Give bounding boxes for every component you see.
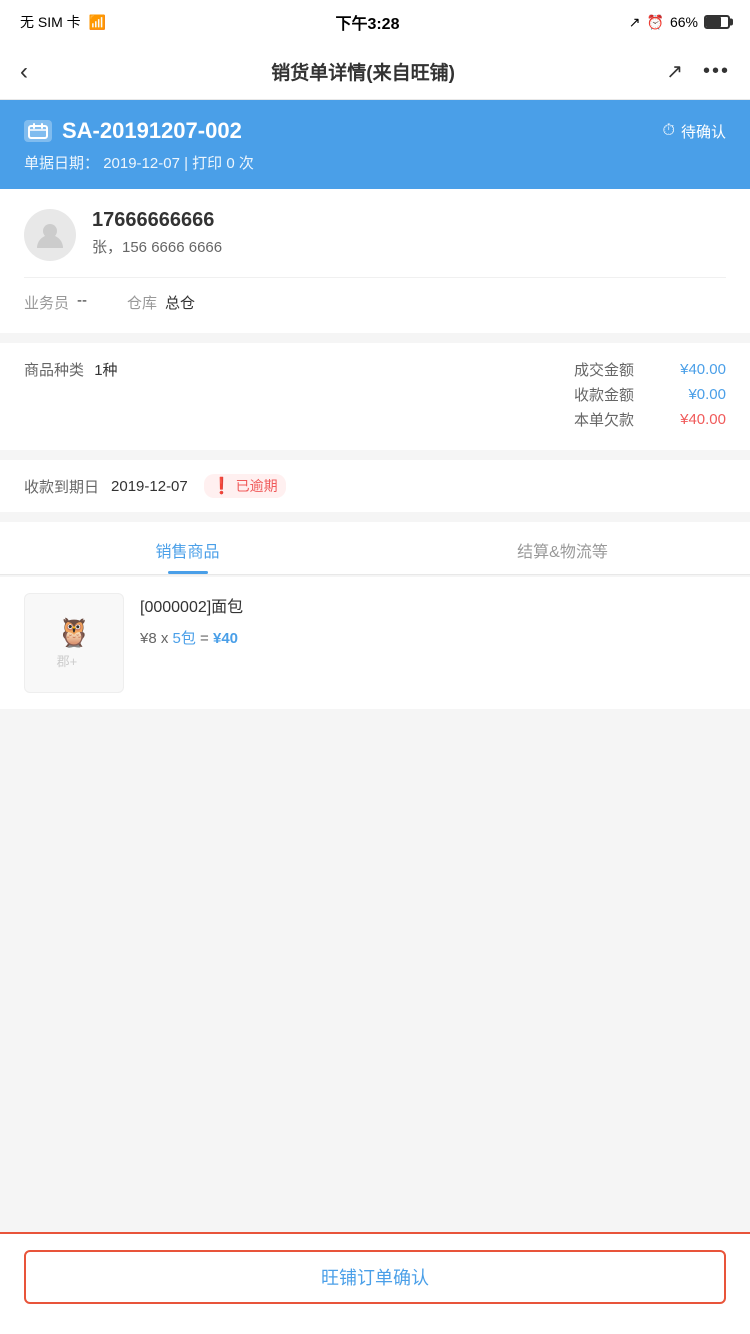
product-details: [0000002]面包 ¥8 x 5包 = ¥40 <box>140 593 726 648</box>
confirm-button-wrap: 旺铺订单确认 <box>0 1232 750 1334</box>
salesman-value: -- <box>77 292 87 313</box>
order-header: SA-20191207-002 ⏱ 待确认 单据日期： 2019-12-07 |… <box>0 100 750 189</box>
share-button[interactable]: ↗ <box>666 59 683 84</box>
product-list: 🦉 郡+ [0000002]面包 ¥8 x 5包 = ¥40 <box>0 577 750 709</box>
amount-value: ¥40.00 <box>646 361 726 378</box>
battery-label: 66% <box>670 14 698 30</box>
nav-bar: ‹ 销货单详情(来自旺铺) ↗ ••• <box>0 44 750 100</box>
received-value: ¥0.00 <box>646 386 726 403</box>
product-logo-sub: 郡+ <box>57 651 92 670</box>
product-logo-icon: 🦉 <box>57 616 92 649</box>
order-date-label: 单据日期： <box>24 155 99 172</box>
warehouse-value: 总仓 <box>165 292 195 313</box>
tabs-header: 销售商品 结算&物流等 <box>0 522 750 575</box>
customer-info: 17666666666 张，156 6666 6666 <box>92 209 726 257</box>
status-left: 无 SIM 卡 📶 <box>20 12 106 32</box>
clock-icon: ⏱ <box>663 122 675 140</box>
status-time: 下午3:28 <box>335 10 399 34</box>
alarm-icon: ⏰ <box>647 14 664 31</box>
overdue-text: 已逾期 <box>236 476 278 496</box>
amount-label: 成交金额 <box>574 359 634 380</box>
battery-icon <box>704 15 730 29</box>
product-thumbnail: 🦉 郡+ <box>24 593 124 693</box>
order-print-info: | 打印 0 次 <box>184 155 254 172</box>
product-type-row: 商品种类 1种 <box>24 359 118 380</box>
salesman-field: 业务员 -- <box>24 292 87 313</box>
summary-section: 商品种类 1种 成交金额 ¥40.00 收款金额 ¥0.00 本单欠款 ¥40.… <box>0 343 750 450</box>
summary-left: 商品种类 1种 <box>24 359 118 384</box>
amount-row: 成交金额 ¥40.00 <box>574 359 726 380</box>
order-icon <box>24 120 52 142</box>
customer-section: 17666666666 张，156 6666 6666 <box>24 209 726 278</box>
due-date-value: 2019-12-07 <box>111 478 188 495</box>
due-section: 收款到期日 2019-12-07 ❗ 已逾期 <box>0 460 750 512</box>
status-bar: 无 SIM 卡 📶 下午3:28 ↗ ⏰ 66% <box>0 0 750 44</box>
summary-right: 成交金额 ¥40.00 收款金额 ¥0.00 本单欠款 ¥40.00 <box>574 359 726 434</box>
product-name: [0000002]面包 <box>140 593 726 617</box>
order-status: ⏱ 待确认 <box>663 121 727 142</box>
received-row: 收款金额 ¥0.00 <box>574 384 726 405</box>
overdue-icon: ❗ <box>212 476 232 496</box>
due-label: 收款到期日 <box>24 476 99 497</box>
tab-sales-products[interactable]: 销售商品 <box>0 522 375 574</box>
location-icon: ↗ <box>629 14 641 31</box>
wifi-icon: 📶 <box>89 14 106 31</box>
order-date-value: 2019-12-07 <box>103 155 180 172</box>
bottom-spacer <box>0 709 750 909</box>
tab-settlement[interactable]: 结算&物流等 <box>375 522 750 574</box>
order-number: SA-20191207-002 <box>24 118 242 144</box>
order-date: 单据日期： 2019-12-07 | 打印 0 次 <box>24 152 726 173</box>
product-qty: 5包 <box>173 630 196 647</box>
received-label: 收款金额 <box>574 384 634 405</box>
order-status-text: 待确认 <box>681 121 726 142</box>
avatar <box>24 209 76 261</box>
product-type-label: 商品种类 <box>24 362 84 379</box>
owed-label: 本单欠款 <box>574 409 634 430</box>
owed-value: ¥40.00 <box>646 411 726 428</box>
tabs-section: 销售商品 结算&物流等 <box>0 522 750 575</box>
more-button[interactable]: ••• <box>703 60 730 83</box>
warehouse-label: 仓库 <box>127 292 157 313</box>
status-right: ↗ ⏰ 66% <box>629 14 730 31</box>
confirm-order-button[interactable]: 旺铺订单确认 <box>24 1250 726 1304</box>
customer-phone: 17666666666 <box>92 209 726 232</box>
carrier-label: 无 SIM 卡 <box>20 12 81 32</box>
back-button[interactable]: ‹ <box>20 58 60 86</box>
product-total: ¥40 <box>213 630 238 647</box>
product-price: ¥8 <box>140 630 157 647</box>
order-header-top: SA-20191207-002 ⏱ 待确认 <box>24 118 726 144</box>
warehouse-field: 仓库 总仓 <box>127 292 195 313</box>
owed-row: 本单欠款 ¥40.00 <box>574 409 726 430</box>
customer-meta: 业务员 -- 仓库 总仓 <box>24 292 726 313</box>
page-title: 销货单详情(来自旺铺) <box>271 58 455 85</box>
customer-card: 17666666666 张，156 6666 6666 业务员 -- 仓库 总仓 <box>0 189 750 333</box>
product-price-row: ¥8 x 5包 = ¥40 <box>140 627 726 648</box>
product-type-value: 1种 <box>94 362 117 379</box>
customer-name: 张，156 6666 6666 <box>92 236 726 257</box>
overdue-badge: ❗ 已逾期 <box>204 474 286 498</box>
nav-actions: ↗ ••• <box>666 59 730 84</box>
table-row: 🦉 郡+ [0000002]面包 ¥8 x 5包 = ¥40 <box>24 593 726 693</box>
salesman-label: 业务员 <box>24 292 69 313</box>
